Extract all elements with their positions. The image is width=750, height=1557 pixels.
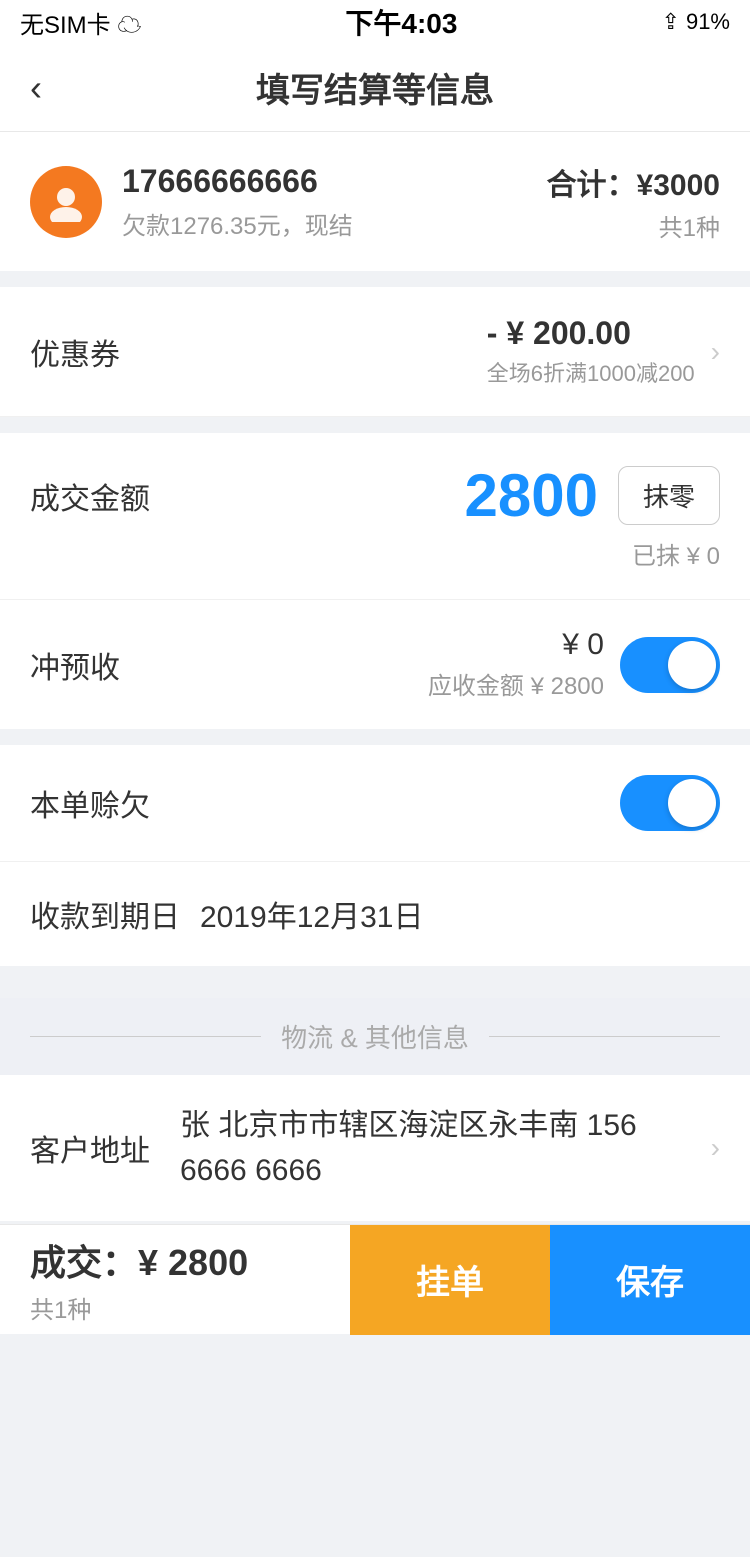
- section-divider-1: [0, 417, 750, 433]
- prereceive-row: 冲预收 ¥ 0 应收金额 ¥ 2800: [30, 628, 720, 701]
- logistics-divider: 物流 & 其他信息: [0, 998, 750, 1075]
- status-right: ⇪ 91%: [662, 9, 730, 35]
- chevron-right-icon: ›: [711, 1132, 720, 1164]
- duedate-value: 2019年12月31日: [200, 892, 423, 936]
- prereceive-toggle[interactable]: [620, 637, 720, 693]
- deal-sub: 已抹 ¥ 0: [30, 536, 720, 571]
- avatar-icon: [46, 182, 86, 222]
- pending-button[interactable]: 挂单: [350, 1225, 550, 1335]
- sim-status: 无SIM卡 ☁: [20, 5, 141, 40]
- save-button[interactable]: 保存: [550, 1225, 750, 1335]
- bottom-count: 共1种: [30, 1290, 320, 1325]
- customer-phone: 17666666666: [122, 163, 353, 200]
- prereceive-section: 冲预收 ¥ 0 应收金额 ¥ 2800: [0, 600, 750, 729]
- avatar: [30, 166, 102, 238]
- address-section[interactable]: 客户地址 张 北京市市辖区海淀区永丰南 156 6666 6666 ›: [0, 1075, 750, 1221]
- address-label: 客户地址: [30, 1126, 150, 1170]
- content: 17666666666 欠款1276.35元，现结 合计：¥3000 共1种 优…: [0, 132, 750, 1557]
- customer-card: 17666666666 欠款1276.35元，现结 合计：¥3000 共1种: [0, 132, 750, 271]
- section-divider-3: [0, 982, 750, 998]
- deal-label: 成交金额: [30, 474, 150, 518]
- prereceive-label: 冲预收: [30, 643, 120, 687]
- coupon-amount: - ¥ 200.00: [487, 315, 695, 352]
- section-divider-2: [0, 729, 750, 745]
- prereceive-right: ¥ 0 应收金额 ¥ 2800: [428, 628, 720, 701]
- logistics-text: 物流 & 其他信息: [281, 1018, 469, 1055]
- coupon-info: - ¥ 200.00 全场6折满1000减200: [487, 315, 695, 388]
- prereceive-info: ¥ 0 应收金额 ¥ 2800: [428, 628, 604, 701]
- total-amount: 合计：¥3000: [547, 160, 720, 204]
- bottom-summary: 成交：¥ 2800 共1种: [0, 1234, 350, 1325]
- bottom-deal-amount: ¥ 2800: [138, 1242, 248, 1283]
- customer-debt: 欠款1276.35元，现结: [122, 206, 353, 241]
- duedate-row: 收款到期日 2019年12月31日: [30, 892, 720, 936]
- bottom-buttons: 挂单 保存: [350, 1225, 750, 1335]
- bottom-deal-row: 成交：¥ 2800: [30, 1234, 320, 1286]
- duedate-section: 收款到期日 2019年12月31日: [0, 861, 750, 966]
- duedate-label: 收款到期日: [30, 892, 180, 936]
- logistics-line-left: [30, 1036, 261, 1037]
- coupon-desc: 全场6折满1000减200: [487, 356, 695, 388]
- logistics-line-right: [489, 1036, 720, 1037]
- customer-left: 17666666666 欠款1276.35元，现结: [30, 163, 353, 241]
- bottom-deal-label: 成交：: [30, 1242, 138, 1283]
- round-zero-button[interactable]: 抹零: [618, 466, 720, 525]
- prereceive-amount: ¥ 0: [428, 628, 604, 662]
- deal-section: 成交金额 2800 抹零 已抹 ¥ 0: [0, 433, 750, 600]
- total-count: 共1种: [547, 208, 720, 243]
- coupon-right: - ¥ 200.00 全场6折满1000减200 ›: [487, 315, 720, 388]
- debt-toggle[interactable]: [620, 775, 720, 831]
- back-button[interactable]: ‹: [30, 67, 42, 109]
- battery-percent: 91%: [686, 9, 730, 35]
- prereceive-receivable: 应收金额 ¥ 2800: [428, 666, 604, 701]
- chevron-right-icon: ›: [711, 336, 720, 368]
- customer-info: 17666666666 欠款1276.35元，现结: [122, 163, 353, 241]
- address-value: 张 北京市市辖区海淀区永丰南 156 6666 6666: [180, 1103, 711, 1193]
- customer-right: 合计：¥3000 共1种: [547, 160, 720, 243]
- battery-icon: ⇪: [662, 9, 680, 35]
- coupon-row[interactable]: 优惠券 - ¥ 200.00 全场6折满1000减200 ›: [0, 287, 750, 417]
- page-title: 填写结算等信息: [256, 63, 494, 112]
- address-chevron: ›: [711, 1132, 720, 1164]
- deal-row: 成交金额 2800 抹零: [30, 461, 720, 530]
- deal-right: 2800 抹零: [465, 461, 721, 530]
- debt-label: 本单赊欠: [30, 781, 150, 825]
- deal-amount: 2800: [465, 461, 598, 530]
- status-left: 无SIM卡 ☁: [20, 5, 141, 40]
- debt-section: 本单赊欠: [0, 745, 750, 861]
- coupon-label: 优惠券: [30, 330, 120, 374]
- status-time: 下午4:03: [345, 2, 457, 42]
- status-bar: 无SIM卡 ☁ 下午4:03 ⇪ 91%: [0, 0, 750, 44]
- nav-bar: ‹ 填写结算等信息: [0, 44, 750, 132]
- bottom-bar: 成交：¥ 2800 共1种 挂单 保存: [0, 1224, 750, 1334]
